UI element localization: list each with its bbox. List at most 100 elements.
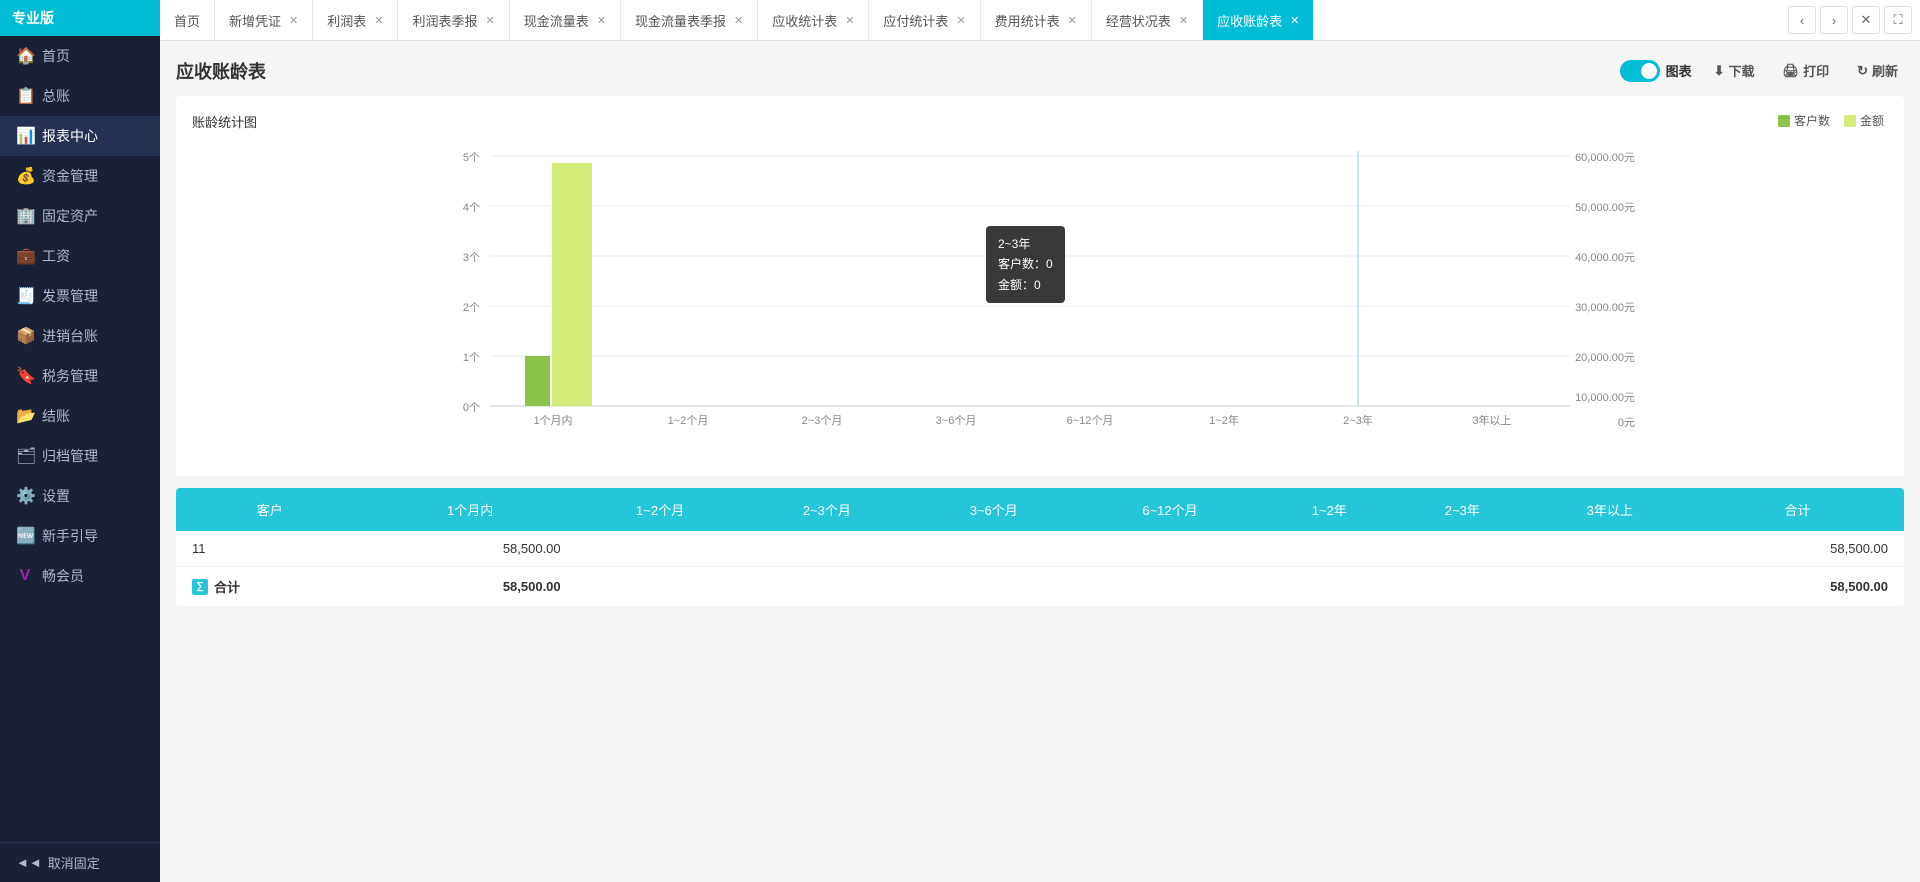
collapse-icon: ◄◄ — [16, 855, 42, 870]
tab-profit[interactable]: 利润表 ✕ — [313, 0, 398, 40]
sidebar-item-assets[interactable]: 🏢 固定资产 — [0, 196, 160, 236]
total-label-text: 合计 — [214, 577, 240, 596]
tab-expense-stats-label: 费用统计表 — [995, 11, 1060, 30]
tab-profit-label: 利润表 — [327, 11, 366, 30]
sidebar-item-label: 归档管理 — [42, 446, 98, 466]
sidebar-item-label: 总账 — [42, 86, 70, 106]
chart-toggle-label: 图表 — [1666, 61, 1692, 80]
sidebar-item-guide[interactable]: 🆕 新手引导 — [0, 516, 160, 556]
legend-amount-dot — [1844, 115, 1856, 127]
col-m23: 2~3个月 — [743, 488, 910, 531]
sidebar-item-settings[interactable]: ⚙️ 设置 — [0, 476, 160, 516]
legend-customer-dot — [1778, 115, 1790, 127]
sidebar-item-sales[interactable]: 📦 进销台账 — [0, 316, 160, 356]
funds-icon: 💰 — [16, 166, 34, 186]
tab-business-stats-label: 经营状况表 — [1106, 11, 1171, 30]
tab-receivable-stats-close[interactable]: ✕ — [845, 14, 854, 27]
row-y2 — [1263, 531, 1396, 567]
print-label: 打印 — [1803, 61, 1829, 80]
tab-profit-quarter-close[interactable]: ✕ — [486, 14, 495, 27]
chart-toggle-switch[interactable] — [1620, 60, 1660, 82]
svg-text:0个: 0个 — [463, 401, 480, 414]
sidebar-item-label: 发票管理 — [42, 286, 98, 306]
tab-cashflow-quarter-label: 现金流量表季报 — [635, 11, 726, 30]
sidebar-item-reports[interactable]: 📊 报表中心 — [0, 116, 160, 156]
tab-close-all-button[interactable]: ✕ — [1852, 6, 1880, 34]
sidebar-item-vip[interactable]: V 畅会员 — [0, 556, 160, 596]
tab-voucher-close[interactable]: ✕ — [289, 14, 298, 27]
total-label: ∑ 合计 — [176, 567, 364, 606]
assets-icon: 🏢 — [16, 206, 34, 226]
archive-icon: 🗂 — [16, 446, 34, 466]
col-m612: 6~12个月 — [1077, 488, 1263, 531]
svg-text:2~3个月: 2~3个月 — [802, 414, 843, 427]
tab-receivable-stats[interactable]: 应收统计表 ✕ — [758, 0, 869, 40]
sidebar-item-ledger[interactable]: 📋 总账 — [0, 76, 160, 116]
tab-cashflow-quarter[interactable]: 现金流量表季报 ✕ — [621, 0, 758, 40]
download-label: 下载 — [1729, 61, 1755, 80]
row-customer: 11 — [176, 531, 364, 567]
tab-aging-close[interactable]: ✕ — [1290, 14, 1299, 27]
total-m1: 58,500.00 — [364, 567, 577, 607]
svg-text:1~2年: 1~2年 — [1209, 413, 1239, 427]
sidebar-item-salary[interactable]: 💼 工资 — [0, 236, 160, 276]
legend-customer-label: 客户数 — [1794, 112, 1830, 129]
sidebar-item-label: 新手引导 — [42, 526, 98, 546]
tab-next-button[interactable]: › — [1820, 6, 1848, 34]
sales-icon: 📦 — [16, 326, 34, 346]
sidebar-item-invoice[interactable]: 🧾 发票管理 — [0, 276, 160, 316]
sidebar-item-label: 设置 — [42, 486, 70, 506]
print-icon: 🖨 — [1783, 63, 1800, 79]
row-over3 — [1529, 531, 1691, 567]
download-button[interactable]: ⬇ 下载 — [1708, 57, 1761, 84]
ledger-icon: 📋 — [16, 86, 34, 106]
col-customer: 客户 — [176, 488, 364, 531]
row-y1 — [1077, 531, 1263, 567]
total-over3 — [1529, 567, 1691, 607]
tab-expense-stats-close[interactable]: ✕ — [1068, 14, 1077, 27]
col-m12: 1~2个月 — [577, 488, 744, 531]
svg-text:3~6个月: 3~6个月 — [936, 414, 977, 427]
tab-maximize-button[interactable]: ⛶ — [1884, 6, 1912, 34]
closing-icon: 📂 — [16, 406, 34, 426]
sidebar-item-label: 报表中心 — [42, 126, 98, 146]
tab-prev-button[interactable]: ‹ — [1788, 6, 1816, 34]
tab-aging[interactable]: 应收账龄表 ✕ — [1203, 0, 1314, 40]
tab-payable-stats[interactable]: 应付统计表 ✕ — [869, 0, 980, 40]
row-m1: 58,500.00 — [364, 531, 577, 567]
tab-business-stats[interactable]: 经营状况表 ✕ — [1092, 0, 1203, 40]
sidebar-item-home[interactable]: 🏠 首页 — [0, 36, 160, 76]
collapse-label: 取消固定 — [48, 853, 100, 872]
tab-home[interactable]: 首页 — [160, 0, 215, 40]
sidebar-item-closing[interactable]: 📂 结账 — [0, 396, 160, 436]
sidebar-item-funds[interactable]: 💰 资金管理 — [0, 156, 160, 196]
refresh-button[interactable]: ↻ 刷新 — [1851, 57, 1904, 84]
collapse-sidebar-button[interactable]: ◄◄ 取消固定 — [0, 842, 160, 882]
row-m3 — [743, 531, 910, 567]
col-y23: 2~3年 — [1396, 488, 1529, 531]
tab-business-stats-close[interactable]: ✕ — [1179, 14, 1188, 27]
tab-cashflow[interactable]: 现金流量表 ✕ — [510, 0, 621, 40]
sidebar-item-tax[interactable]: 🔖 税务管理 — [0, 356, 160, 396]
svg-text:2个: 2个 — [463, 301, 480, 314]
svg-text:4个: 4个 — [463, 201, 480, 214]
svg-text:1个月内: 1个月内 — [533, 413, 572, 427]
svg-text:3个: 3个 — [463, 251, 480, 264]
tab-cashflow-quarter-close[interactable]: ✕ — [734, 14, 743, 27]
tab-voucher[interactable]: 新增凭证 ✕ — [215, 0, 313, 40]
tab-payable-stats-close[interactable]: ✕ — [956, 14, 965, 27]
tab-cashflow-close[interactable]: ✕ — [597, 14, 606, 27]
sidebar-item-label: 结账 — [42, 406, 70, 426]
print-button[interactable]: 🖨 打印 — [1777, 57, 1836, 84]
svg-text:0元: 0元 — [1618, 417, 1635, 429]
main-area: 首页 新增凭证 ✕ 利润表 ✕ 利润表季报 ✕ 现金流量表 ✕ 现金流量表季报 … — [160, 0, 1920, 882]
chart-toggle[interactable]: 图表 — [1620, 60, 1692, 82]
col-total: 合计 — [1691, 488, 1904, 531]
invoice-icon: 🧾 — [16, 286, 34, 306]
tab-profit-close[interactable]: ✕ — [374, 14, 383, 27]
sidebar-item-archive[interactable]: 🗂 归档管理 — [0, 436, 160, 476]
tab-expense-stats[interactable]: 费用统计表 ✕ — [981, 0, 1092, 40]
tab-profit-quarter[interactable]: 利润表季报 ✕ — [398, 0, 509, 40]
page-actions: 图表 ⬇ 下载 🖨 打印 ↻ 刷新 — [1620, 57, 1904, 84]
total-m3 — [743, 567, 910, 607]
